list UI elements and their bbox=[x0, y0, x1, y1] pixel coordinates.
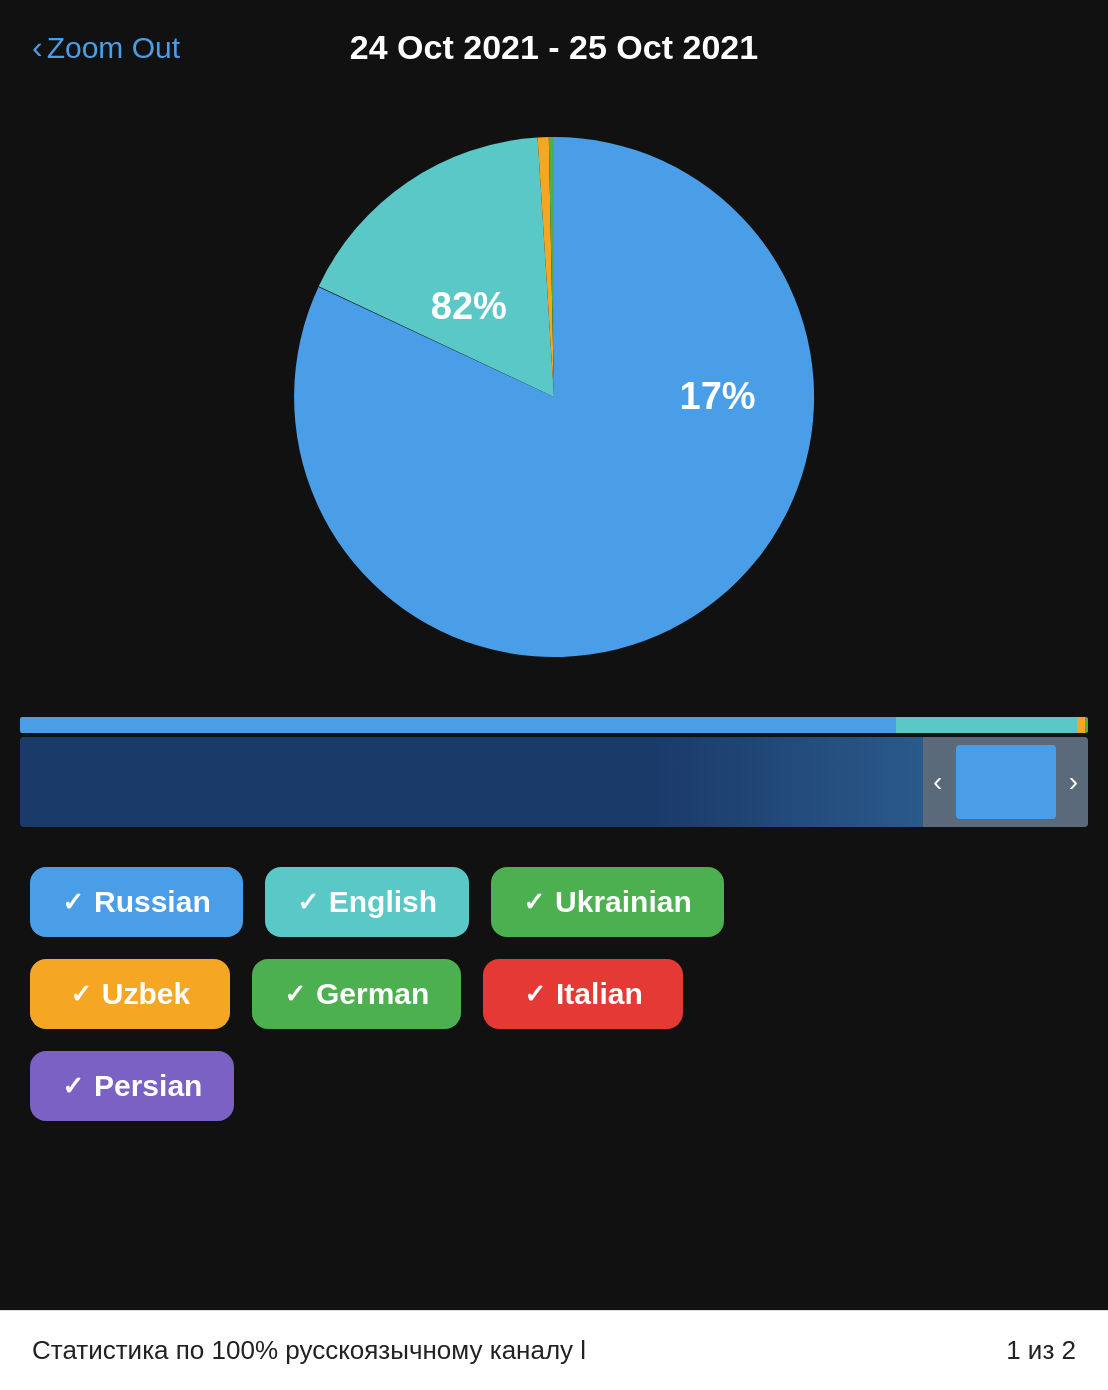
nav-next-button[interactable]: › bbox=[1069, 766, 1078, 798]
bar-uzbek bbox=[1077, 717, 1084, 733]
lang-row-3: ✓ Persian bbox=[30, 1051, 1078, 1121]
nav-bar-fill bbox=[20, 737, 923, 827]
main-content: ‹ Zoom Out 24 Oct 2021 - 25 Oct 2021 bbox=[0, 0, 1108, 1310]
bar-russian bbox=[20, 717, 896, 733]
check-icon-uzbek: ✓ bbox=[70, 979, 92, 1010]
nav-prev-button[interactable]: ‹ bbox=[933, 766, 942, 798]
lang-label-english: English bbox=[329, 885, 437, 919]
lang-button-persian[interactable]: ✓ Persian bbox=[30, 1051, 234, 1121]
bar-stack bbox=[20, 717, 1088, 733]
check-icon-italian: ✓ bbox=[524, 979, 546, 1010]
lang-label-persian: Persian bbox=[94, 1069, 202, 1103]
nav-blue-block bbox=[956, 745, 1056, 819]
footer-text: Статистика по 100% русскоязычному каналу… bbox=[32, 1335, 586, 1366]
navigation-row: ‹ › bbox=[20, 737, 1088, 827]
bar-chart-area: ‹ › bbox=[20, 717, 1088, 827]
check-icon-russian: ✓ bbox=[62, 887, 84, 918]
header: ‹ Zoom Out 24 Oct 2021 - 25 Oct 2021 bbox=[0, 0, 1108, 87]
chevron-left-icon: ‹ bbox=[32, 29, 43, 66]
lang-label-german: German bbox=[316, 977, 429, 1011]
bar-english bbox=[896, 717, 1078, 733]
footer: Статистика по 100% русскоязычному каналу… bbox=[0, 1310, 1108, 1390]
bar-ukrainian bbox=[1085, 717, 1088, 733]
chart-container: 82% 17% bbox=[0, 87, 1108, 717]
pie-chart: 82% 17% bbox=[274, 117, 834, 677]
lang-button-uzbek[interactable]: ✓ Uzbek bbox=[30, 959, 230, 1029]
lang-button-ukrainian[interactable]: ✓ Ukrainian bbox=[491, 867, 724, 937]
lang-button-english[interactable]: ✓ English bbox=[265, 867, 469, 937]
footer-pages: 1 из 2 bbox=[1006, 1335, 1076, 1366]
pie-label-17: 17% bbox=[680, 375, 756, 418]
lang-row-1: ✓ Russian ✓ English ✓ Ukrainian bbox=[30, 867, 1078, 937]
zoom-out-label: Zoom Out bbox=[47, 31, 180, 65]
language-buttons: ✓ Russian ✓ English ✓ Ukrainian ✓ Uzbek … bbox=[0, 857, 1108, 1151]
lang-label-russian: Russian bbox=[94, 885, 211, 919]
lang-row-2: ✓ Uzbek ✓ German ✓ Italian bbox=[30, 959, 1078, 1029]
lang-label-italian: Italian bbox=[556, 977, 643, 1011]
lang-label-uzbek: Uzbek bbox=[102, 977, 190, 1011]
check-icon-german: ✓ bbox=[284, 979, 306, 1010]
date-range: 24 Oct 2021 - 25 Oct 2021 bbox=[350, 28, 758, 67]
lang-label-ukrainian: Ukrainian bbox=[555, 885, 692, 919]
zoom-out-button[interactable]: ‹ Zoom Out bbox=[32, 29, 180, 66]
lang-button-russian[interactable]: ✓ Russian bbox=[30, 867, 243, 937]
pie-label-82: 82% bbox=[431, 285, 507, 328]
check-icon-persian: ✓ bbox=[62, 1071, 84, 1102]
nav-right-panel: ‹ › bbox=[923, 737, 1088, 827]
lang-button-german[interactable]: ✓ German bbox=[252, 959, 461, 1029]
lang-button-italian[interactable]: ✓ Italian bbox=[483, 959, 683, 1029]
check-icon-english: ✓ bbox=[297, 887, 319, 918]
check-icon-ukrainian: ✓ bbox=[523, 887, 545, 918]
